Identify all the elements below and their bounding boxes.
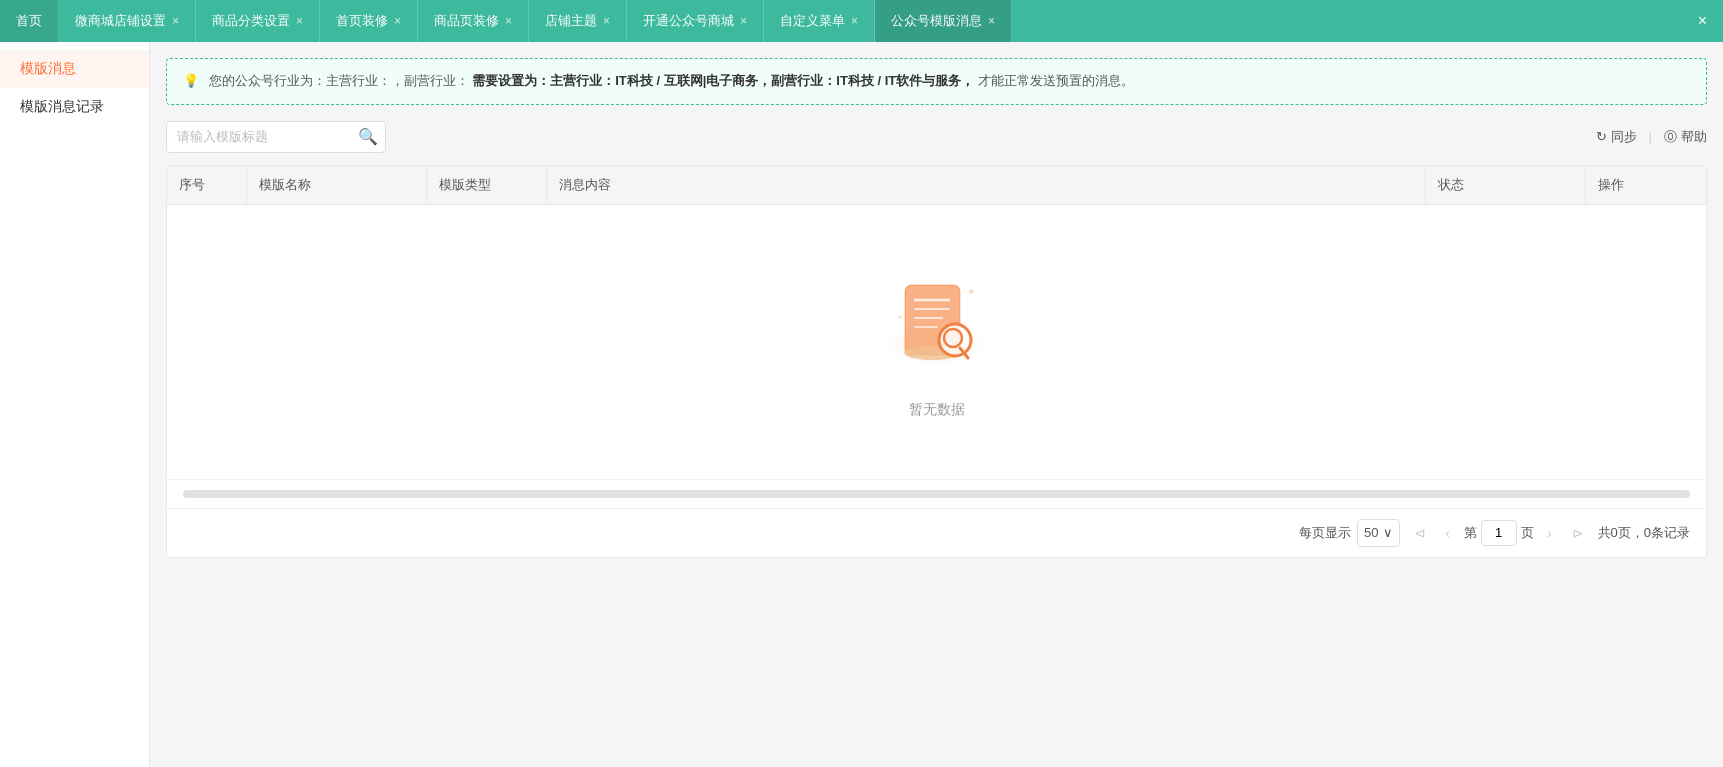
tab-wshop-settings-close[interactable]: × [172,14,179,28]
scrollbar-track[interactable] [183,490,1690,498]
tab-open-wechat-shop-label: 开通公众号商城 [643,12,734,30]
prev-page-button[interactable]: ‹ [1436,521,1460,545]
notice-highlight: 需要设置为：主营行业：IT科技 / 互联网|电子商务，副营行业：IT科技 / I… [472,73,974,88]
help-button[interactable]: ⓪ 帮助 [1664,128,1707,146]
pagination-nav: ⊲ ‹ 第 页 › ⊳ [1408,520,1590,546]
empty-text: 暂无数据 [909,401,965,419]
top-navigation: 首页 微商城店铺设置 × 商品分类设置 × 首页装修 × 商品页装修 × 店铺主… [0,0,1723,42]
column-name: 模版名称 [247,166,427,204]
data-table: 序号 模版名称 模版类型 消息内容 状态 操作 [166,165,1707,558]
tab-template-msg[interactable]: 公众号模版消息 × [875,0,1012,42]
current-page-input[interactable] [1481,520,1517,546]
column-index: 序号 [167,166,247,204]
tab-homepage-decor[interactable]: 首页装修 × [320,0,418,42]
tab-home[interactable]: 首页 [0,0,59,42]
tab-custom-menu-label: 自定义菜单 [780,12,845,30]
tab-shop-theme-label: 店铺主题 [545,12,597,30]
main-layout: 模版消息 模版消息记录 💡 您的公众号行业为：主营行业：，副营行业： 需要设置为… [0,42,1723,767]
sidebar-item-template-msg-record[interactable]: 模版消息记录 [0,88,149,126]
tab-product-category[interactable]: 商品分类设置 × [196,0,320,42]
page-label: 第 [1464,524,1477,542]
pagination: 每页显示 50 ∨ ⊲ ‹ 第 页 › ⊳ 共0页，0条记录 [167,508,1706,557]
tab-template-msg-close[interactable]: × [988,14,995,28]
sidebar-item-template-msg[interactable]: 模版消息 [0,50,149,88]
page-size-select[interactable]: 50 ∨ [1357,519,1399,547]
help-label: 帮助 [1681,128,1707,146]
svg-text:✦: ✦ [897,313,904,322]
search-button[interactable]: 🔍 [358,127,378,146]
tab-product-category-close[interactable]: × [296,14,303,28]
column-action: 操作 [1586,166,1706,204]
total-info: 共0页，0条记录 [1598,524,1690,542]
sidebar-item-template-msg-record-label: 模版消息记录 [20,98,104,114]
notice-suffix: 才能正常发送预置的消息。 [978,73,1134,88]
column-type: 模版类型 [427,166,547,204]
content-area: 💡 您的公众号行业为：主营行业：，副营行业： 需要设置为：主营行业：IT科技 /… [150,42,1723,767]
tab-homepage-decor-label: 首页装修 [336,12,388,30]
tab-custom-menu-close[interactable]: × [851,14,858,28]
page-size-chevron-icon: ∨ [1383,525,1393,540]
column-content: 消息内容 [547,166,1426,204]
notice-prefix: 您的公众号行业为：主营行业：，副营行业： [209,73,469,88]
page-size-wrap: 每页显示 50 ∨ [1299,519,1399,547]
sync-icon: ↻ [1596,129,1607,144]
tab-open-wechat-shop[interactable]: 开通公众号商城 × [627,0,764,42]
tab-product-decor-close[interactable]: × [505,14,512,28]
table-header: 序号 模版名称 模版类型 消息内容 状态 操作 [167,166,1706,205]
close-all-tabs-button[interactable]: × [1682,0,1723,42]
notice-box: 💡 您的公众号行业为：主营行业：，副营行业： 需要设置为：主营行业：IT科技 /… [166,58,1707,105]
tab-homepage-decor-close[interactable]: × [394,14,401,28]
sidebar: 模版消息 模版消息记录 [0,42,150,767]
first-page-button[interactable]: ⊲ [1408,521,1432,545]
svg-text:✦: ✦ [967,286,975,297]
tab-wshop-settings-label: 微商城店铺设置 [75,12,166,30]
tab-open-wechat-shop-close[interactable]: × [740,14,747,28]
search-input-wrap: 🔍 [166,121,386,153]
tab-product-decor[interactable]: 商品页装修 × [418,0,529,42]
page-size-label: 每页显示 [1299,524,1351,542]
tab-wshop-settings[interactable]: 微商城店铺设置 × [59,0,196,42]
column-status: 状态 [1426,166,1586,204]
page-size-value: 50 [1364,525,1378,540]
horizontal-scrollbar[interactable] [167,479,1706,508]
empty-illustration: ✦ ✦ [877,265,997,385]
tab-shop-theme-close[interactable]: × [603,14,610,28]
sync-button[interactable]: ↻ 同步 [1596,128,1637,146]
help-icon: ⓪ [1664,128,1677,146]
sidebar-item-template-msg-label: 模版消息 [20,60,76,76]
tab-product-decor-label: 商品页装修 [434,12,499,30]
sync-label: 同步 [1611,128,1637,146]
page-suffix: 页 [1521,524,1534,542]
empty-state: ✦ ✦ 暂无数据 [167,205,1706,479]
tab-home-label: 首页 [16,12,42,30]
notice-icon: 💡 [183,73,199,88]
tab-template-msg-label: 公众号模版消息 [891,12,982,30]
search-actions: ↻ 同步 | ⓪ 帮助 [1596,128,1707,146]
divider: | [1649,129,1652,144]
search-input[interactable] [166,121,386,153]
tab-product-category-label: 商品分类设置 [212,12,290,30]
search-bar: 🔍 ↻ 同步 | ⓪ 帮助 [166,121,1707,153]
tab-custom-menu[interactable]: 自定义菜单 × [764,0,875,42]
tab-shop-theme[interactable]: 店铺主题 × [529,0,627,42]
next-page-button[interactable]: › [1538,521,1562,545]
last-page-button[interactable]: ⊳ [1566,521,1590,545]
